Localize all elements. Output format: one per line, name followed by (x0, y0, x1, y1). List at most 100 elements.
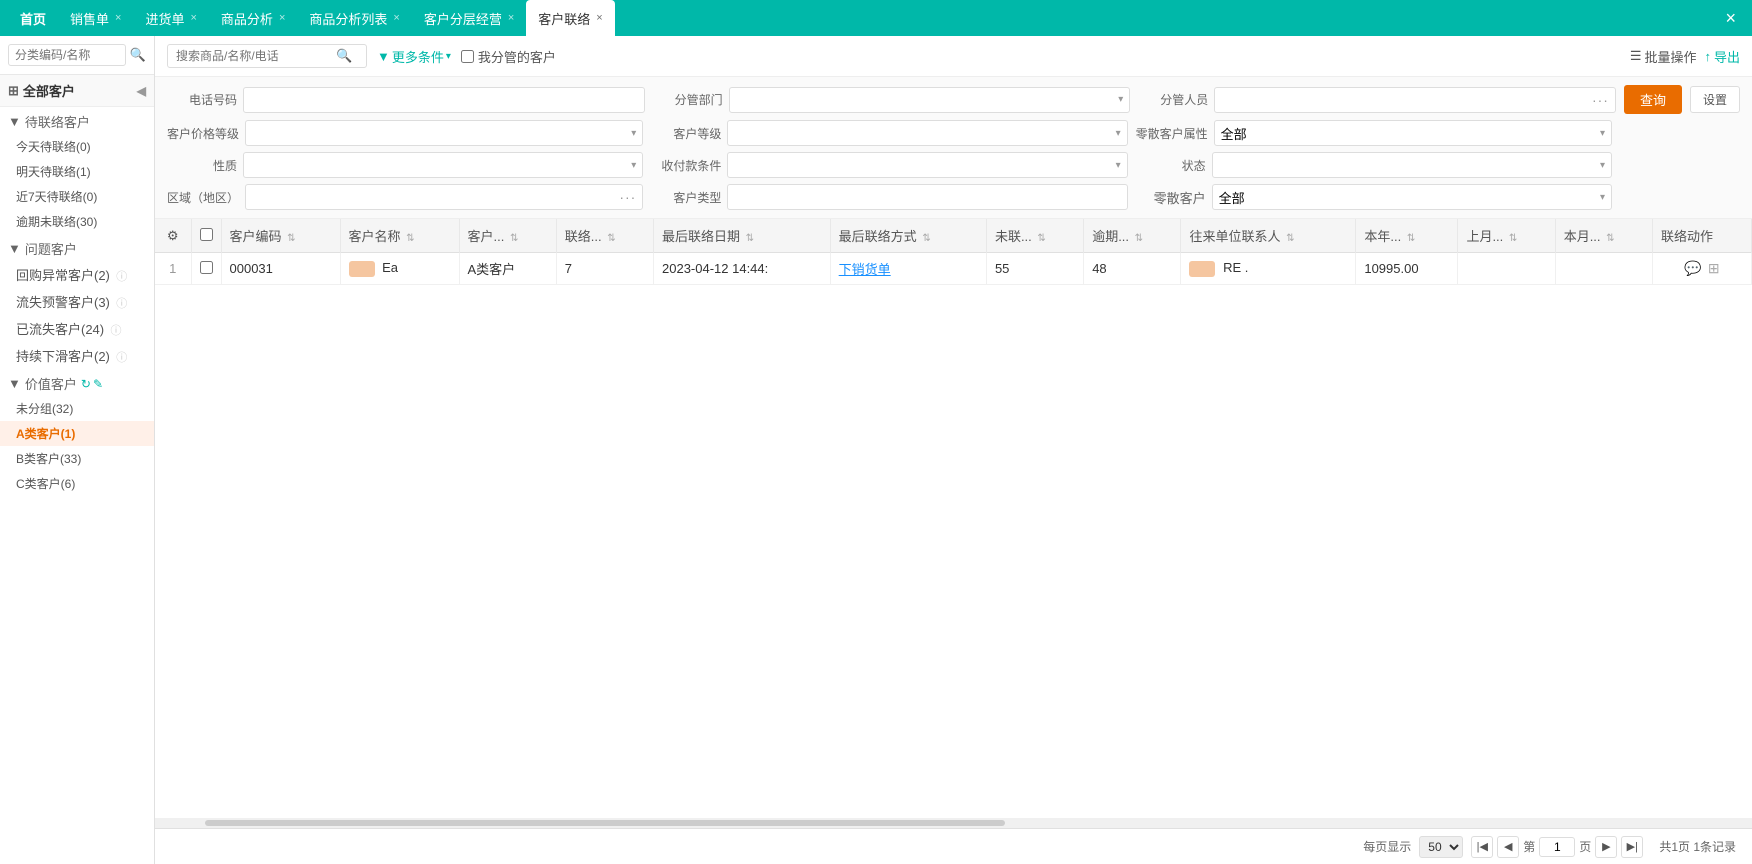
nav-tab-purchase[interactable]: 进货单 × (133, 0, 208, 36)
more-conditions-btn[interactable]: ▼ 更多条件 ▾ (377, 47, 451, 66)
filter-row-4: 区域（地区） ··· 客户类型 零散客户 全部 ▾ (167, 184, 1740, 210)
sidebar-search-icon[interactable]: 🔍 (130, 47, 146, 63)
sort-company-icon: ⇅ (1286, 233, 1294, 244)
group-pending-contact[interactable]: ▼ 待联络客户 (0, 107, 154, 134)
export-btn[interactable]: ↑ 导出 (1704, 47, 1740, 66)
per-page-select[interactable]: 50 (1419, 836, 1463, 858)
sidebar-item-declining[interactable]: 持续下滑客户(2) ⓘ (0, 342, 154, 369)
th-customer-type[interactable]: 客户... ⇅ (459, 219, 556, 253)
label-manager: 分管人员 (1138, 91, 1208, 108)
page-prefix-label: 第 (1523, 838, 1535, 855)
sidebar-item-c-class[interactable]: C类客户(6) (0, 471, 154, 496)
group-value-customers[interactable]: ▼ 价值客户 ↻ ✎ (0, 369, 154, 396)
th-settings[interactable]: ⚙ (155, 219, 191, 253)
input-retail-attr[interactable]: 全部 ▾ (1214, 120, 1612, 146)
close-sales-tab[interactable]: × (115, 12, 121, 24)
prev-page-btn[interactable]: ◀ (1497, 836, 1519, 858)
batch-ops-btn[interactable]: ☰ 批量操作 (1630, 47, 1697, 66)
sidebar-item-7days-pending[interactable]: 近7天待联络(0) (0, 184, 154, 209)
search-input[interactable] (176, 49, 336, 63)
close-purchase-tab[interactable]: × (190, 12, 196, 24)
query-button[interactable]: 查询 (1624, 85, 1682, 114)
th-last-month[interactable]: 上月... ⇅ (1458, 219, 1555, 253)
input-status[interactable]: ▾ (1212, 152, 1612, 178)
nav-home[interactable]: 首页 (8, 0, 58, 36)
td-checkbox[interactable] (191, 253, 221, 285)
sidebar-item-today-pending[interactable]: 今天待联络(0) (0, 134, 154, 159)
input-manager[interactable]: ··· (1214, 87, 1616, 113)
close-customer-contact-tab[interactable]: × (596, 12, 602, 24)
input-price-level[interactable]: ▾ (245, 120, 643, 146)
nav-tab-customer-tier[interactable]: 客户分层经营 × (412, 0, 526, 36)
th-contact-count[interactable]: 联络... ⇅ (556, 219, 653, 253)
input-payment[interactable]: ▾ (727, 152, 1127, 178)
sidebar-search-input[interactable] (8, 44, 126, 66)
th-overdue-days[interactable]: 逾期... ⇅ (1084, 219, 1181, 253)
sidebar-item-repurchase-abnormal[interactable]: 回购异常客户(2) ⓘ (0, 261, 154, 288)
horizontal-scrollbar[interactable] (155, 818, 1752, 828)
customer-color-dot (349, 261, 375, 277)
th-company-contact[interactable]: 往来单位联系人 ⇅ (1181, 219, 1356, 253)
sort-date-icon: ⇅ (746, 233, 754, 244)
td-last-contact-method-val[interactable]: 下销货单 (830, 253, 986, 285)
input-phone[interactable] (243, 87, 645, 113)
input-customer-type[interactable] (727, 184, 1127, 210)
th-customer-code[interactable]: 客户编码 ⇅ (221, 219, 340, 253)
th-last-contact-method[interactable]: 最后联络方式 ⇅ (830, 219, 986, 253)
dept-dropdown-arrow: ▾ (1118, 94, 1123, 105)
sidebar-item-tomorrow-pending[interactable]: 明天待联络(1) (0, 159, 154, 184)
my-customers-checkbox[interactable] (461, 50, 474, 63)
select-all-checkbox[interactable] (200, 228, 213, 241)
td-customer-name: Ea (340, 253, 459, 285)
label-region: 区域（地区） (167, 189, 239, 206)
close-product-analysis-tab[interactable]: × (279, 12, 285, 24)
group-problem-customers[interactable]: ▼ 问题客户 (0, 234, 154, 261)
sidebar-collapse-btn[interactable]: ◀ (137, 84, 146, 98)
sidebar-item-churn-warning[interactable]: 流失预警客户(3) ⓘ (0, 288, 154, 315)
th-this-month[interactable]: 本月... ⇅ (1555, 219, 1652, 253)
nav-tab-product-analysis[interactable]: 商品分析 × (209, 0, 297, 36)
refresh-icon[interactable]: ↻ (81, 377, 91, 391)
hscroll-thumb[interactable] (205, 820, 1005, 826)
th-no-contact-days[interactable]: 未联... ⇅ (986, 219, 1083, 253)
page-number-input[interactable] (1539, 837, 1575, 857)
input-retail[interactable]: 全部 ▾ (1212, 184, 1612, 210)
input-region[interactable]: ··· (245, 184, 643, 210)
first-page-btn[interactable]: |◀ (1471, 836, 1493, 858)
input-dept[interactable]: ▾ (729, 87, 1131, 113)
window-close-button[interactable]: × (1717, 8, 1744, 29)
sidebar-item-a-class[interactable]: A类客户(1) (0, 421, 154, 446)
sidebar-item-ungrouped[interactable]: 未分组(32) (0, 396, 154, 421)
sidebar-item-b-class[interactable]: B类客户(33) (0, 446, 154, 471)
th-customer-name[interactable]: 客户名称 ⇅ (340, 219, 459, 253)
table-body: 1 000031 Ea A类客户 7 2023-04-12 14:44: 下销货… (155, 253, 1752, 285)
sort-type-icon: ⇅ (510, 233, 518, 244)
input-nature[interactable]: ▾ (243, 152, 643, 178)
th-last-contact-date[interactable]: 最后联络日期 ⇅ (654, 219, 831, 253)
td-contact-count-val: 7 (556, 253, 653, 285)
region-more-dots: ··· (619, 189, 636, 205)
sidebar-item-churned[interactable]: 已流失客户(24) ⓘ (0, 315, 154, 342)
sort-code-icon: ⇅ (287, 233, 295, 244)
filter-field-manager: 分管人员 ··· (1138, 87, 1616, 113)
th-this-year[interactable]: 本年... ⇅ (1356, 219, 1458, 253)
settings-button[interactable]: 设置 (1690, 86, 1740, 113)
close-customer-tier-tab[interactable]: × (508, 12, 514, 24)
search-icon[interactable]: 🔍 (336, 48, 352, 64)
nav-tab-customer-contact[interactable]: 客户联络 × (526, 0, 614, 36)
input-customer-level[interactable]: ▾ (727, 120, 1127, 146)
row-checkbox[interactable] (200, 261, 213, 274)
close-product-list-tab[interactable]: × (393, 12, 399, 24)
sidebar-item-overdue-contact[interactable]: 逾期未联络(30) (0, 209, 154, 234)
filter-field-nature: 性质 ▾ (167, 152, 643, 178)
link-action-icon[interactable]: ⊞ (1708, 260, 1720, 277)
edit-icon[interactable]: ✎ (93, 377, 103, 391)
last-page-btn[interactable]: ▶| (1621, 836, 1643, 858)
info-icon-churn-warning: ⓘ (116, 298, 127, 310)
nav-tab-sales[interactable]: 销售单 × (58, 0, 133, 36)
next-page-btn[interactable]: ▶ (1595, 836, 1617, 858)
page-suffix-label: 页 (1579, 838, 1591, 855)
nav-tab-product-list[interactable]: 商品分析列表 × (297, 0, 411, 36)
comment-action-icon[interactable]: 💬 (1684, 260, 1701, 277)
th-checkbox[interactable] (191, 219, 221, 253)
